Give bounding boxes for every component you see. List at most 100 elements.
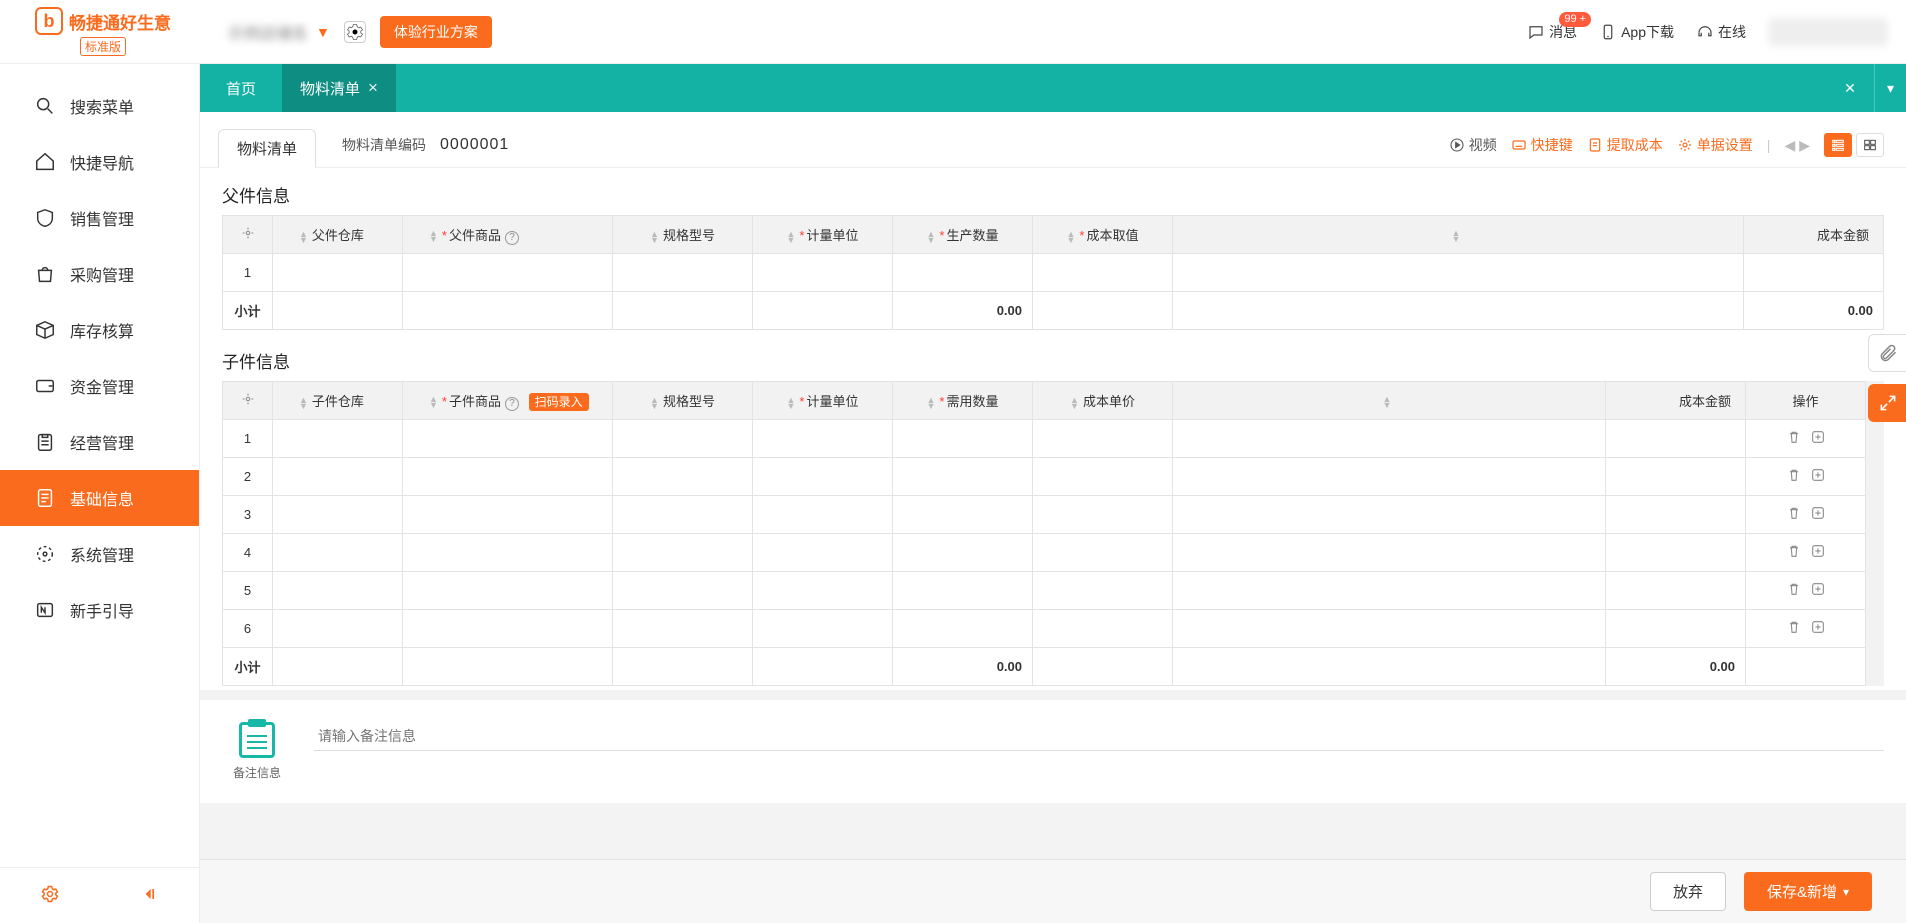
sidebar-item-system[interactable]: 系统管理 xyxy=(0,526,199,582)
store-selector[interactable]: 示例店铺名 ▼ xyxy=(228,20,330,44)
store-name-blurred: 示例店铺名 xyxy=(228,20,308,44)
sidebar-item-label: 采购管理 xyxy=(70,262,134,286)
parent-col-spec[interactable]: ▲▼规格型号 xyxy=(613,216,753,254)
sidebar-item-quicknav[interactable]: 快捷导航 xyxy=(0,134,199,190)
extract-cost-button[interactable]: 提取成本 xyxy=(1587,135,1663,155)
row-index: 2 xyxy=(223,458,273,496)
sidebar-item-purchase[interactable]: 采购管理 xyxy=(0,246,199,302)
sidebar-item-search[interactable]: 搜索菜单 xyxy=(0,78,199,134)
col-label: 父件商品 xyxy=(449,228,501,243)
col-label: 子件商品 xyxy=(449,394,501,409)
child-table-row[interactable]: 1 xyxy=(223,420,1866,458)
sidebar-item-guide[interactable]: 新手引导 xyxy=(0,582,199,638)
delete-row-icon[interactable] xyxy=(1786,509,1802,524)
delete-row-icon[interactable] xyxy=(1786,433,1802,448)
scan-input-button[interactable]: 扫码录入 xyxy=(529,393,589,411)
parent-col-warehouse[interactable]: ▲▼父件仓库 xyxy=(273,216,403,254)
sidebar-item-operation[interactable]: 经营管理 xyxy=(0,414,199,470)
sidebar-footer xyxy=(0,867,199,923)
doc-settings-button[interactable]: 单据设置 xyxy=(1677,135,1753,155)
delete-row-icon[interactable] xyxy=(1786,623,1802,638)
child-col-gear[interactable] xyxy=(223,382,273,420)
parent-col-unit[interactable]: ▲▼*计量单位 xyxy=(753,216,893,254)
brand-logo: b 畅捷通好生意 标准版 xyxy=(18,7,188,56)
row-ops xyxy=(1746,420,1866,458)
child-col-blank[interactable]: ▲▼ xyxy=(1173,382,1606,420)
parent-col-product[interactable]: ▲▼*父件商品? xyxy=(403,216,613,254)
app-download-label: App下载 xyxy=(1621,22,1674,42)
attachment-icon[interactable] xyxy=(1868,334,1906,372)
add-row-icon[interactable] xyxy=(1810,471,1826,486)
tab-home[interactable]: 首页 xyxy=(200,64,282,112)
gear-dashed-icon xyxy=(34,543,56,565)
add-row-icon[interactable] xyxy=(1810,547,1826,562)
app-download-link[interactable]: App下载 xyxy=(1599,22,1674,42)
remark-input[interactable] xyxy=(314,722,1884,751)
sidebar-item-basicinfo[interactable]: 基础信息 xyxy=(0,470,199,526)
add-row-icon[interactable] xyxy=(1810,509,1826,524)
next-doc-icon[interactable]: ▶ xyxy=(1799,137,1810,154)
row-ops xyxy=(1746,496,1866,534)
doc-type-tab[interactable]: 物料清单 xyxy=(218,129,316,168)
discard-label: 放弃 xyxy=(1673,881,1703,902)
col-label: 需用数量 xyxy=(946,394,998,409)
child-table-row[interactable]: 2 xyxy=(223,458,1866,496)
subtotal-needqty: 0.00 xyxy=(893,648,1033,686)
save-new-button[interactable]: 保存&新增 ▾ xyxy=(1744,872,1872,911)
child-col-needqty[interactable]: ▲▼*需用数量 xyxy=(893,382,1033,420)
sidebar-item-sales[interactable]: 销售管理 xyxy=(0,190,199,246)
expand-icon[interactable] xyxy=(1868,384,1906,422)
subtotal-qty: 0.00 xyxy=(893,292,1033,330)
store-settings-icon[interactable] xyxy=(344,21,366,43)
child-subtotal-row: 小计 0.00 0.00 xyxy=(223,648,1866,686)
sidebar-collapse-icon[interactable] xyxy=(139,884,159,907)
row-index: 4 xyxy=(223,534,273,572)
delete-row-icon[interactable] xyxy=(1786,547,1802,562)
sidebar-item-inventory[interactable]: 库存核算 xyxy=(0,302,199,358)
parent-col-costamt[interactable]: 成本金额 xyxy=(1744,216,1884,254)
sidebar-settings-icon[interactable] xyxy=(40,884,60,907)
tab-close-icon[interactable]: × xyxy=(368,78,378,98)
remark-section: 备注信息 xyxy=(200,700,1906,803)
online-support-link[interactable]: 在线 xyxy=(1696,22,1746,42)
child-col-unit[interactable]: ▲▼*计量单位 xyxy=(753,382,893,420)
parent-col-blank[interactable]: ▲▼ xyxy=(1173,216,1744,254)
parent-col-gear[interactable] xyxy=(223,216,273,254)
child-table-row[interactable]: 6 xyxy=(223,610,1866,648)
tab-close-all-icon[interactable]: ✕ xyxy=(1826,64,1874,112)
child-col-spec[interactable]: ▲▼规格型号 xyxy=(613,382,753,420)
video-label: 视频 xyxy=(1469,135,1497,155)
layout-list-icon[interactable] xyxy=(1824,133,1852,157)
sidebar-item-funds[interactable]: 资金管理 xyxy=(0,358,199,414)
child-table-row[interactable]: 5 xyxy=(223,572,1866,610)
row-index: 1 xyxy=(223,420,273,458)
child-table-row[interactable]: 4 xyxy=(223,534,1866,572)
delete-row-icon[interactable] xyxy=(1786,585,1802,600)
parent-table: ▲▼父件仓库 ▲▼*父件商品? ▲▼规格型号 ▲▼*计量单位 xyxy=(222,215,1884,330)
tab-bom[interactable]: 物料清单 × xyxy=(282,64,396,112)
prev-doc-icon[interactable]: ◀ xyxy=(1784,137,1795,154)
layout-card-icon[interactable] xyxy=(1856,133,1884,157)
parent-col-costsrc[interactable]: ▲▼*成本取值 xyxy=(1033,216,1173,254)
shortcut-button[interactable]: 快捷键 xyxy=(1511,135,1573,155)
add-row-icon[interactable] xyxy=(1810,433,1826,448)
messages-button[interactable]: 消息 99 + xyxy=(1527,22,1577,42)
video-button[interactable]: 视频 xyxy=(1449,135,1497,155)
child-table-scrollbar[interactable] xyxy=(1866,381,1884,686)
doc-settings-label: 单据设置 xyxy=(1697,135,1753,155)
child-table-row[interactable]: 3 xyxy=(223,496,1866,534)
discard-button[interactable]: 放弃 xyxy=(1650,872,1726,911)
trial-button[interactable]: 体验行业方案 xyxy=(380,16,492,48)
col-label: 生产数量 xyxy=(946,228,998,243)
add-row-icon[interactable] xyxy=(1810,585,1826,600)
parent-col-qty[interactable]: ▲▼*生产数量 xyxy=(893,216,1033,254)
child-col-unitcost[interactable]: ▲▼成本单价 xyxy=(1033,382,1173,420)
parent-table-row[interactable]: 1 xyxy=(223,254,1884,292)
tab-more-icon[interactable]: ▾ xyxy=(1874,64,1906,112)
add-row-icon[interactable] xyxy=(1810,623,1826,638)
delete-row-icon[interactable] xyxy=(1786,471,1802,486)
child-col-warehouse[interactable]: ▲▼子件仓库 xyxy=(273,382,403,420)
sidebar-item-label: 库存核算 xyxy=(70,318,134,342)
child-col-costamt[interactable]: 成本金额 xyxy=(1606,382,1746,420)
child-col-product[interactable]: ▲▼*子件商品? 扫码录入 xyxy=(403,382,613,420)
